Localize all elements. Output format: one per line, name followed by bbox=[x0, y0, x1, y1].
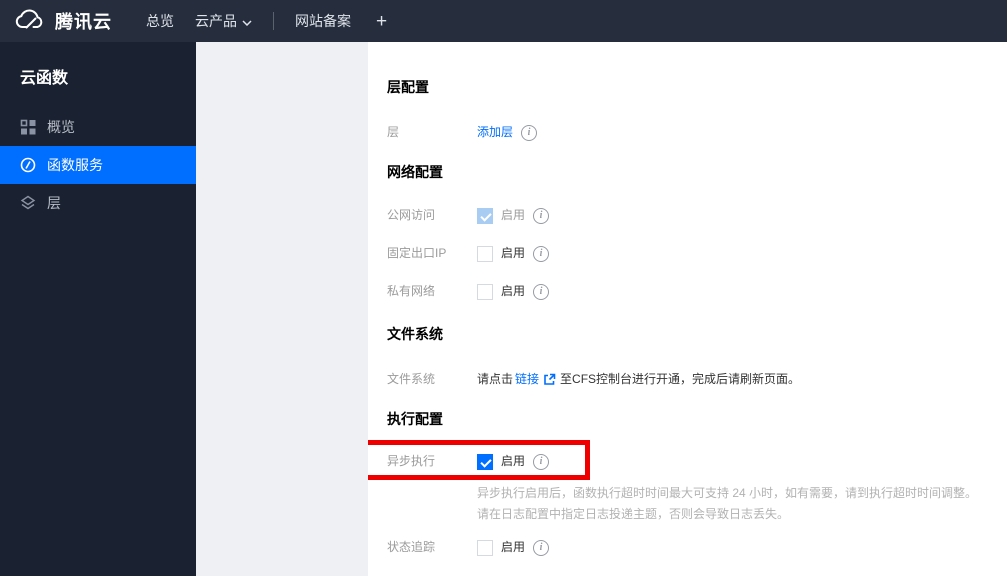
enable-label: 启用 bbox=[501, 208, 526, 222]
field-label: 层 bbox=[387, 125, 400, 139]
form-row-status-tracking: 状态追踪 启用 i bbox=[387, 539, 1007, 556]
form-row-fixed-egress-ip: 固定出口IP 启用 i bbox=[387, 245, 1007, 262]
status-tracking-checkbox[interactable] bbox=[477, 539, 493, 556]
section-heading-execution-config: 执行配置 bbox=[387, 411, 443, 427]
sidebar-item-layers[interactable]: 层 bbox=[0, 184, 196, 222]
field-label: 文件系统 bbox=[387, 372, 436, 386]
sidebar-item-label: 概览 bbox=[47, 119, 75, 135]
layers-icon bbox=[20, 195, 36, 211]
form-row-async-execution: 异步执行 启用 i bbox=[368, 440, 1007, 480]
fs-text-after: 至CFS控制台进行开通，完成后请刷新页面。 bbox=[560, 372, 801, 386]
add-layer-link[interactable]: 添加层 bbox=[477, 124, 513, 141]
info-icon[interactable]: i bbox=[521, 124, 538, 141]
field-label: 公网访问 bbox=[387, 208, 436, 222]
field-label: 固定出口IP bbox=[387, 246, 447, 260]
sidebar: 云函数 概览 函数服务 层 bbox=[0, 42, 196, 576]
info-icon[interactable]: i bbox=[533, 539, 550, 556]
form-row-public-network-access: 公网访问 启用 i bbox=[387, 207, 1007, 224]
enable-label: 启用 bbox=[501, 454, 526, 468]
add-tab-button[interactable]: + bbox=[372, 12, 391, 31]
section-heading-file-system: 文件系统 bbox=[387, 326, 443, 342]
external-link-icon bbox=[543, 373, 556, 386]
private-network-checkbox[interactable] bbox=[477, 283, 493, 300]
field-label: 异步执行 bbox=[387, 454, 436, 468]
secondary-panel bbox=[196, 42, 368, 576]
enable-label: 启用 bbox=[501, 540, 526, 554]
sidebar-item-overview[interactable]: 概览 bbox=[0, 108, 196, 146]
async-execution-hint: 异步执行启用后，函数执行超时时间最大可支持 24 小时，如有需要，请到执行超时时… bbox=[477, 483, 1007, 525]
chevron-down-icon bbox=[242, 13, 252, 29]
hint-line-2: 请在日志配置中指定日志投递主题，否则会导致日志丢失。 bbox=[477, 507, 790, 521]
fixed-egress-ip-checkbox[interactable] bbox=[477, 245, 493, 262]
enable-label: 启用 bbox=[501, 284, 526, 298]
nav-icp-filing[interactable]: 网站备案 bbox=[295, 11, 351, 31]
cloud-logo-icon bbox=[14, 9, 46, 33]
grid-icon bbox=[20, 119, 36, 135]
section-heading-layer-config: 层配置 bbox=[387, 79, 429, 95]
enable-label: 启用 bbox=[501, 246, 526, 260]
info-icon[interactable]: i bbox=[533, 207, 550, 224]
sidebar-item-label: 层 bbox=[47, 195, 61, 211]
form-row-file-system: 文件系统 请点击 链接 至CFS控制台进行开通，完成后请刷新页面。 bbox=[387, 371, 1007, 388]
sidebar-item-label: 函数服务 bbox=[47, 157, 103, 173]
hint-line-1: 异步执行启用后，函数执行超时时间最大可支持 24 小时，如有需要，请到执行超时时… bbox=[477, 486, 978, 500]
scf-icon bbox=[20, 157, 36, 173]
fs-text-before: 请点击 bbox=[477, 372, 514, 386]
nav-overview[interactable]: 总览 bbox=[146, 11, 174, 31]
async-execution-checkbox[interactable] bbox=[477, 453, 493, 470]
settings-form: 层配置 层 添加层 i 网络配置 公网访问 启用 i 固定出口IP 启用 i 私… bbox=[368, 42, 1007, 576]
tencent-cloud-logo[interactable]: 腾讯云 bbox=[14, 8, 112, 34]
nav-cloud-products[interactable]: 云产品 bbox=[195, 11, 252, 31]
topbar: 腾讯云 总览 云产品 网站备案 + bbox=[0, 0, 1007, 42]
top-navigation: 总览 云产品 网站备案 + bbox=[146, 11, 391, 31]
cfs-console-link[interactable]: 链接 bbox=[515, 371, 539, 388]
info-icon[interactable]: i bbox=[533, 453, 550, 470]
info-icon[interactable]: i bbox=[533, 245, 550, 262]
form-row-layer: 层 添加层 i bbox=[387, 124, 1007, 141]
info-icon[interactable]: i bbox=[533, 283, 550, 300]
brand-name: 腾讯云 bbox=[55, 12, 112, 32]
nav-divider bbox=[273, 12, 274, 30]
form-row-private-network: 私有网络 启用 i bbox=[387, 283, 1007, 300]
sidebar-title: 云函数 bbox=[20, 70, 69, 87]
sidebar-item-function-service[interactable]: 函数服务 bbox=[0, 146, 196, 184]
field-label: 状态追踪 bbox=[387, 540, 436, 554]
field-label: 私有网络 bbox=[387, 284, 436, 298]
public-network-checkbox[interactable] bbox=[477, 207, 493, 224]
section-heading-network-config: 网络配置 bbox=[387, 164, 443, 180]
